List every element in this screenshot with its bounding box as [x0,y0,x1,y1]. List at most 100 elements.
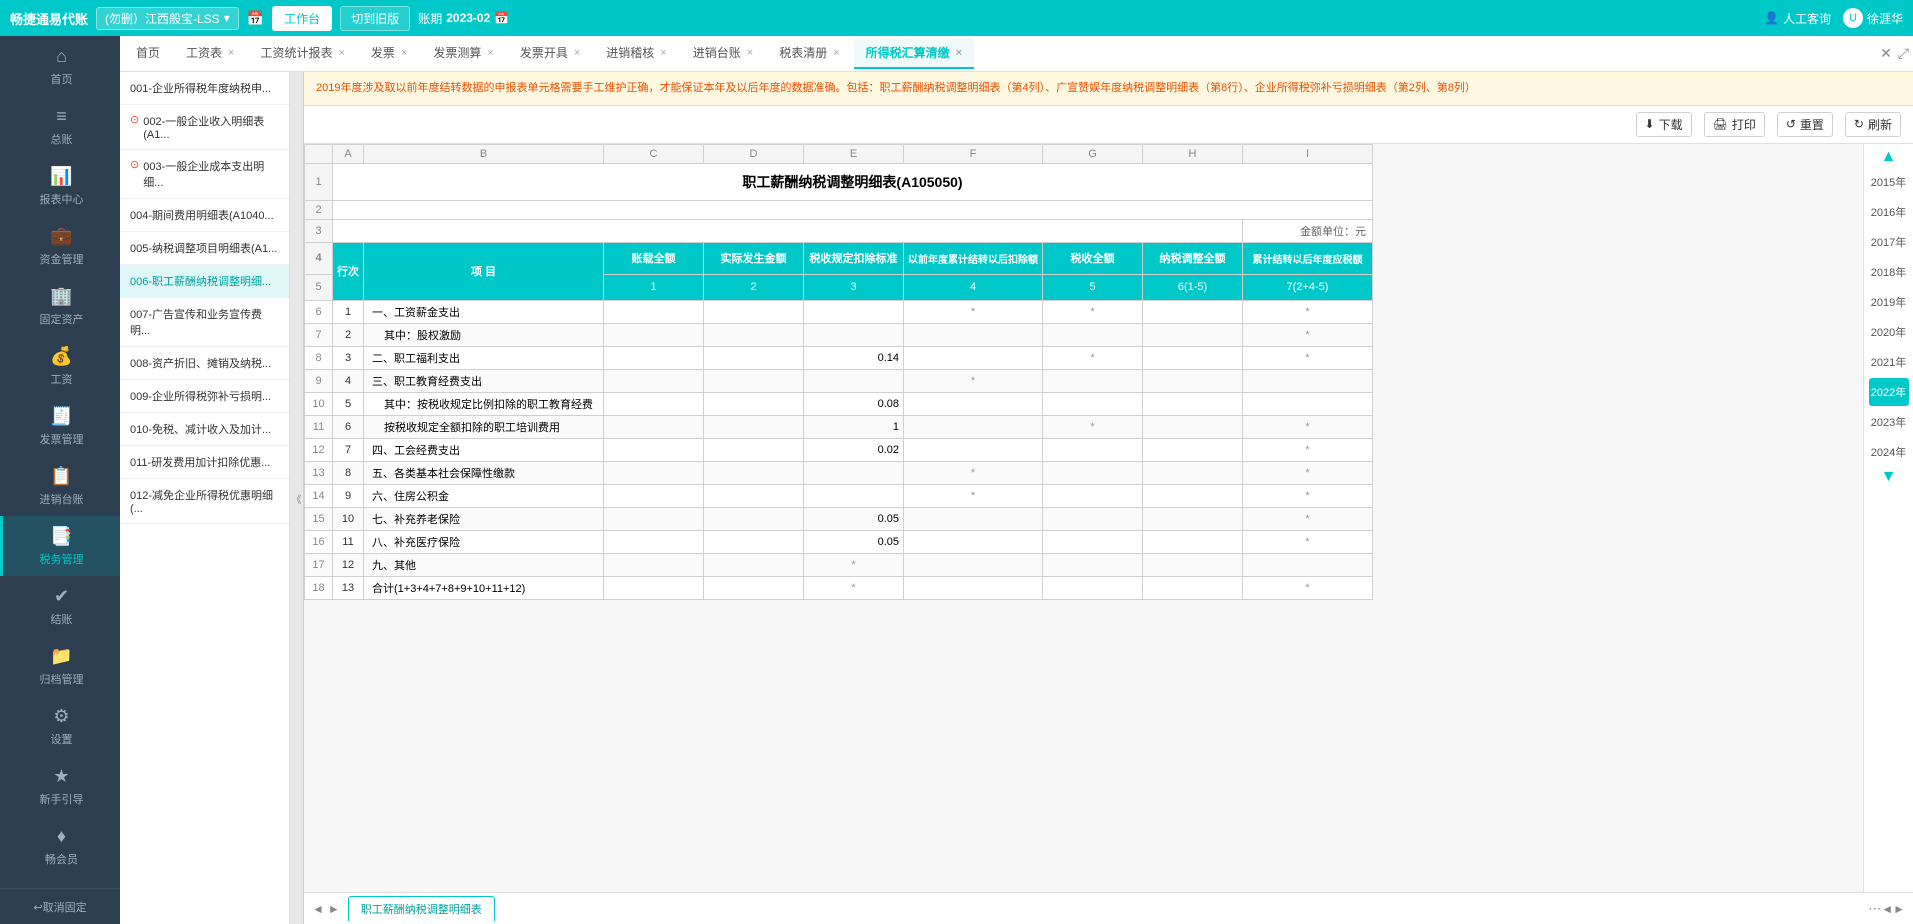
tab-close-tax-table[interactable]: × [833,47,839,59]
doc-item-007[interactable]: 007-广告宣传和业务宣传费明... [120,298,289,347]
year-2022[interactable]: 2022年 [1869,378,1909,406]
tab-tax-table[interactable]: 税表清册 × [767,38,851,69]
download-icon: ⬇ [1645,117,1655,131]
header-col-h: 纳税调整全额 [1143,242,1243,274]
data-row-7: 7 2 其中：股权激励 * [305,323,1373,346]
sheet-nav-prev[interactable]: ◄ [312,902,324,916]
tax-icon: 📑 [50,526,72,547]
sidebar-label-asset: 资金管理 [40,251,84,267]
sidebar-item-asset[interactable]: 💼 资金管理 [0,216,120,276]
doc-item-004[interactable]: 004-期间费用明细表(A1040... [120,199,289,232]
tab-payroll[interactable]: 工资表 × [174,38,246,69]
row-3: 3 金额单位：元 [305,219,1373,242]
year-2018[interactable]: 2018年 [1869,258,1909,286]
refresh-icon: ↻ [1854,117,1864,131]
year-2015[interactable]: 2015年 [1869,168,1909,196]
doc-item-010[interactable]: 010-免税、减计收入及加计... [120,413,289,446]
sidebar-item-sales[interactable]: 📋 进销台账 [0,456,120,516]
tab-close-invoice-open[interactable]: × [574,47,580,59]
year-scroll-up[interactable]: ▲ [1869,148,1909,166]
sidebar-item-ledger[interactable]: ≡ 总账 [0,96,120,156]
data-row-18: 18 13 合计(1+3+4+7+8+9+10+11+12) * [305,576,1373,599]
doc-item-001[interactable]: 001-企业所得税年度纳税申... [120,72,289,105]
workbench-button[interactable]: 工作台 [272,6,332,31]
sheet-nav-next[interactable]: ► [328,902,340,916]
tab-home[interactable]: 首页 [124,38,172,69]
sidebar-item-home[interactable]: ⌂ 首页 [0,36,120,96]
header-col-c: 账载全额 [604,242,704,274]
company-selector[interactable]: (勿删）江西般宝-LSS ▾ [96,7,239,30]
user-profile[interactable]: U 徐涯华 [1843,8,1903,28]
collapse-panel-button[interactable]: 《 [290,72,304,924]
sidebar-item-tax[interactable]: 📑 税务管理 [0,516,120,576]
support-link[interactable]: 👤 人工客询 [1764,10,1831,27]
doc-item-002[interactable]: ⊙ 002-一般企业收入明细表(A1... [120,105,289,150]
year-2023[interactable]: 2023年 [1869,408,1909,436]
sheet-scroll-right[interactable]: ► [1893,902,1905,916]
sidebar-item-fixed[interactable]: 🏢 固定资产 [0,276,120,336]
sidebar-label-guide: 新手引导 [40,791,84,807]
print-button[interactable]: 🖨 打印 [1704,112,1765,137]
tab-invoice[interactable]: 发票 × [359,38,419,69]
refresh-button[interactable]: ↻ 刷新 [1845,112,1901,137]
tab-income-tax[interactable]: 所得税汇算清缴 × [854,38,974,69]
sidebar-item-guide[interactable]: ★ 新手引导 [0,756,120,816]
reset-button[interactable]: ↺ 重置 [1777,112,1833,137]
payroll-icon: 💰 [50,346,72,367]
col-e: E [804,144,904,163]
doc-item-003[interactable]: ⊙ 003-一般企业成本支出明细... [120,150,289,199]
period-calendar-icon[interactable]: 📅 [494,11,509,25]
tab-close-sales[interactable]: × [747,47,753,59]
unit-label: 金额单位：元 [1243,219,1373,242]
cutover-button[interactable]: 切到旧版 [340,6,410,31]
spreadsheet-main[interactable]: A B C D E F G H I [304,144,1863,893]
tab-close-income-tax[interactable]: × [956,47,962,59]
tab-payroll-stat[interactable]: 工资统计报表 × [248,38,356,69]
sidebar-item-report[interactable]: 📊 报表中心 [0,156,120,216]
sidebar-item-payroll[interactable]: 💰 工资 [0,336,120,396]
tab-close-payroll-stat[interactable]: × [338,47,344,59]
year-2024[interactable]: 2024年 [1869,438,1909,466]
sidebar-item-member[interactable]: ♦ 畅会员 [0,816,120,876]
year-scroll-down[interactable]: ▼ [1869,468,1909,486]
year-2021[interactable]: 2021年 [1869,348,1909,376]
sheet-scroll-left[interactable]: ◄ [1881,902,1893,916]
bottom-tab-payroll[interactable]: 职工薪酬纳税调整明细表 [348,896,495,921]
sheet-options-icon[interactable]: ⋯ [1868,901,1881,917]
tab-close-audit[interactable]: × [660,47,666,59]
sidebar-item-invoice[interactable]: 🧾 发票管理 [0,396,120,456]
header-row-4: 4 行次 项 目 账载全额 实际发生金额 税收规定扣除标准 以前年度累计结转以后… [305,242,1373,274]
year-2016[interactable]: 2016年 [1869,198,1909,226]
print-icon: 🖨 [1713,117,1728,131]
tab-maximize-icon[interactable]: ⤢ [1898,45,1909,62]
year-2019[interactable]: 2019年 [1869,288,1909,316]
sales-icon: 📋 [50,466,72,487]
invoice-icon: 🧾 [50,406,72,427]
cancel-fixed-button[interactable]: ↩取消固定 [0,888,120,924]
year-2017[interactable]: 2017年 [1869,228,1909,256]
sidebar-item-settings[interactable]: ⚙ 设置 [0,696,120,756]
col-d: D [704,144,804,163]
col-c: C [604,144,704,163]
sidebar-item-settlement[interactable]: ✔ 结账 [0,576,120,636]
tab-sales-ledger[interactable]: 进销台账 × [681,38,765,69]
tab-audit[interactable]: 进销稽核 × [594,38,678,69]
tab-close-payroll[interactable]: × [228,47,234,59]
doc-item-006[interactable]: 006-职工薪酬纳税调整明细... [120,265,289,298]
tab-close-invoice-calc[interactable]: × [487,47,493,59]
tab-close-invoice[interactable]: × [401,47,407,59]
sidebar-item-archive[interactable]: 📁 归档管理 [0,636,120,696]
tab-close-all-icon[interactable]: ✕ [1880,45,1892,62]
tab-invoice-open[interactable]: 发票开具 × [508,38,592,69]
doc-item-011[interactable]: 011-研发费用加计扣除优惠... [120,446,289,479]
tab-invoice-calc[interactable]: 发票测算 × [421,38,505,69]
doc-item-005[interactable]: 005-纳税调整项目明细表(A1... [120,232,289,265]
download-button[interactable]: ⬇ 下载 [1636,112,1692,137]
doc-item-012[interactable]: 012-减免企业所得税优惠明细(... [120,479,289,524]
doc-item-008[interactable]: 008-资产折旧、摊销及纳税... [120,347,289,380]
doc-item-009[interactable]: 009-企业所得税弥补亏损明... [120,380,289,413]
error-dot: ⊙ [130,113,139,126]
year-sidebar: ▲ 2015年 2016年 2017年 2018年 2019年 2020年 20… [1863,144,1913,893]
year-2020[interactable]: 2020年 [1869,318,1909,346]
reset-icon: ↺ [1786,117,1796,131]
